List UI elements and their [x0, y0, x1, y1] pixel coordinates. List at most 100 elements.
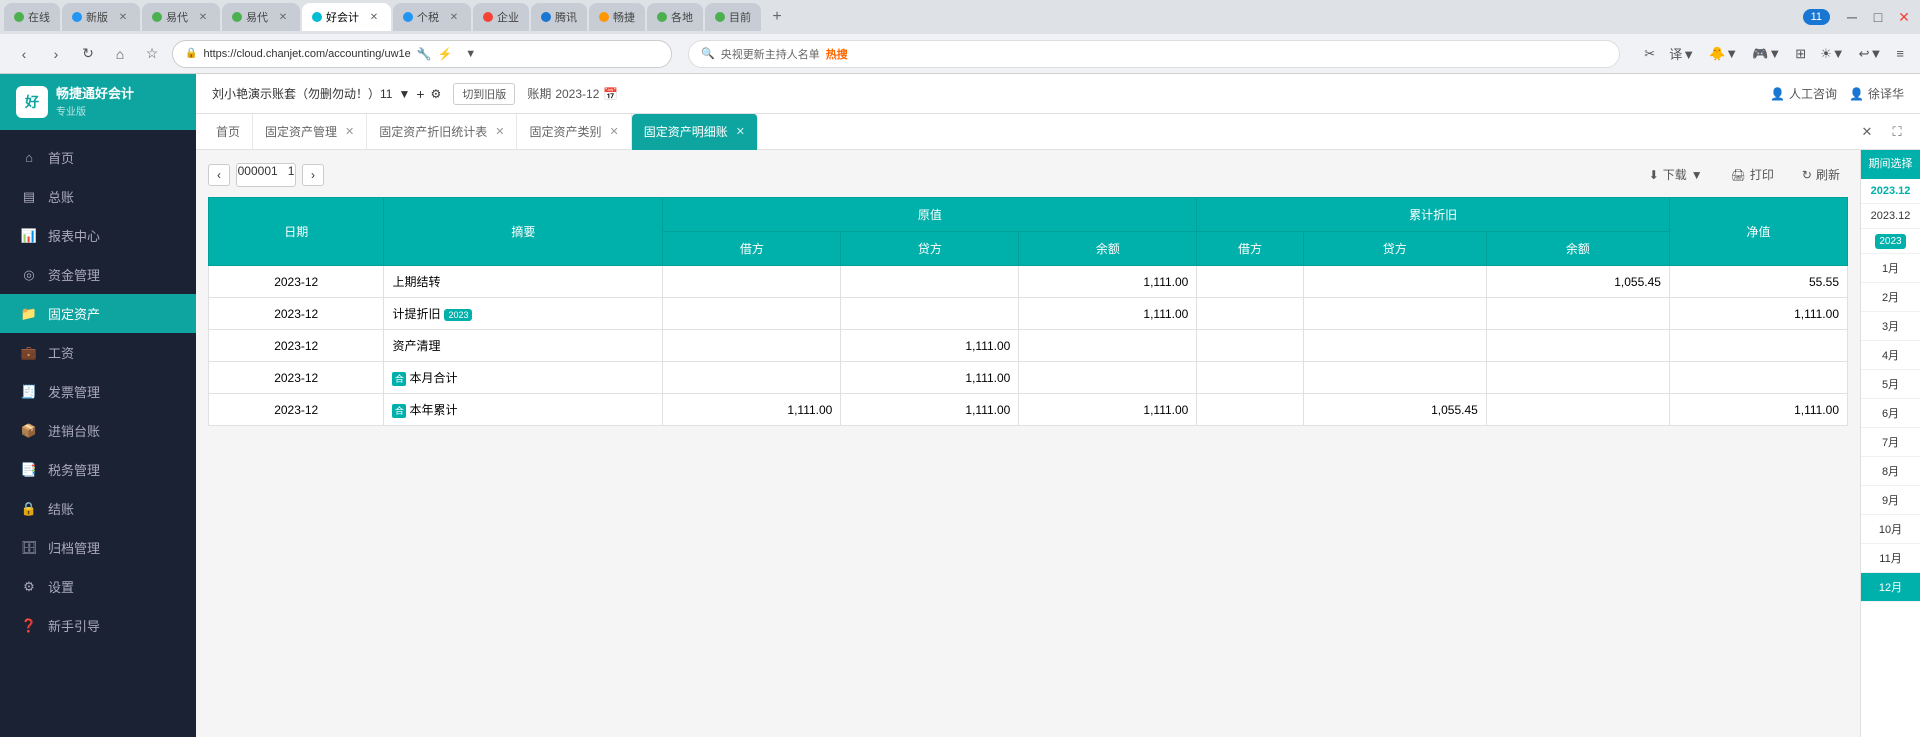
tab-asset-category[interactable]: 固定资产类别 ✕: [517, 114, 631, 150]
brightness-btn[interactable]: ☀▼: [1816, 44, 1849, 64]
page-number-input[interactable]: 000001 1: [236, 163, 296, 187]
new-tab-button[interactable]: +: [763, 3, 791, 31]
sidebar-item-home[interactable]: ⌂ 首页: [0, 138, 196, 177]
browser-actions: ✂ 译▼ 🐥▼ 🎮▼ ⊞ ☀▼ ↩▼ ≡: [1640, 42, 1908, 65]
close-tab-2[interactable]: ✕: [116, 10, 130, 24]
tab-asset-ledger[interactable]: 固定资产明细账 ✕: [632, 114, 758, 150]
menu-btn[interactable]: ≡: [1892, 44, 1908, 63]
right-panel-item[interactable]: 7月: [1861, 428, 1920, 457]
right-panel-item[interactable]: 10月: [1861, 515, 1920, 544]
scissors-btn[interactable]: ✂: [1640, 44, 1659, 64]
close-tab-depreciation-stats[interactable]: ✕: [495, 125, 504, 138]
minimize-btn[interactable]: ─: [1840, 5, 1864, 29]
cell-orig-debit: [663, 298, 841, 330]
right-panel-item[interactable]: 2023: [1861, 229, 1920, 254]
close-tab-5[interactable]: ✕: [367, 10, 381, 24]
bookmark-btn[interactable]: ☆: [140, 42, 164, 66]
sidebar-item-settings[interactable]: ⚙ 设置: [0, 567, 196, 606]
close-browser-btn[interactable]: ✕: [1892, 5, 1916, 29]
browser-tab-7[interactable]: 企业: [473, 3, 529, 31]
sidebar-item-fund[interactable]: ◎ 资金管理: [0, 255, 196, 294]
close-tab-asset-category[interactable]: ✕: [610, 125, 619, 138]
right-panel-item[interactable]: 2023.12: [1861, 179, 1920, 204]
sidebar-label-home: 首页: [48, 148, 74, 167]
browser-tab-9[interactable]: 畅捷: [589, 3, 645, 31]
sidebar-item-guide[interactable]: ❓ 新手引导: [0, 606, 196, 645]
browser-tab-8[interactable]: 腾讯: [531, 3, 587, 31]
grid-btn[interactable]: ⊞: [1791, 44, 1810, 64]
tab-depreciation-stats[interactable]: 固定资产折旧统计表 ✕: [367, 114, 517, 150]
right-panel-item[interactable]: 2023.12: [1861, 204, 1920, 229]
right-panel-item[interactable]: 8月: [1861, 457, 1920, 486]
close-tab-fixed-assets[interactable]: ✕: [345, 125, 354, 138]
user-btn[interactable]: 👤 徐译华: [1849, 85, 1904, 102]
address-input[interactable]: 🔒 https://cloud.chanjet.com/accounting/u…: [172, 40, 672, 68]
user-name: 徐译华: [1868, 85, 1904, 102]
right-panel-item[interactable]: 5月: [1861, 370, 1920, 399]
support-btn[interactable]: 👤 人工咨询: [1770, 85, 1837, 102]
company-name: 刘小艳演示账套（勿删勿动！）11: [212, 85, 392, 102]
table-row: 2023-12 合本月合计 1,111.00: [209, 362, 1848, 394]
tab-fixed-assets[interactable]: 固定资产管理 ✕: [253, 114, 367, 150]
browser-tab-1[interactable]: 在线: [4, 3, 60, 31]
refresh-btn[interactable]: ↻ 刷新: [1794, 162, 1848, 187]
sidebar-item-payroll[interactable]: 💼 工资: [0, 333, 196, 372]
reload-btn[interactable]: ↻: [76, 42, 100, 66]
wallet-btn[interactable]: 🐥▼: [1705, 44, 1742, 64]
switch-version-btn[interactable]: 切到旧版: [453, 83, 515, 105]
prev-page-btn[interactable]: ‹: [208, 164, 230, 186]
home-btn[interactable]: ⌂: [108, 42, 132, 66]
right-panel-items: 2023.122023.1220231月2月3月4月5月6月7月8月9月10月1…: [1861, 179, 1920, 602]
content-close-btn[interactable]: ✕: [1852, 117, 1882, 147]
search-bar[interactable]: 🔍 央视更新主持人名单 热搜: [688, 40, 1620, 68]
sidebar-label-closing: 结账: [48, 499, 74, 518]
browser-tab-4[interactable]: 易代 ✕: [222, 3, 300, 31]
address-dropdown[interactable]: ▼: [459, 42, 483, 66]
back-btn[interactable]: ‹: [12, 42, 36, 66]
account-settings-btn[interactable]: ⚙: [431, 87, 442, 101]
cell-net-value: [1669, 362, 1847, 394]
sidebar-item-reports[interactable]: 📊 报表中心: [0, 216, 196, 255]
th-orig-credit: 贷方: [841, 232, 1019, 266]
right-panel-item[interactable]: 2月: [1861, 283, 1920, 312]
game-btn[interactable]: 🎮▼: [1748, 44, 1785, 64]
close-tab-asset-ledger[interactable]: ✕: [736, 125, 745, 138]
content-expand-btn[interactable]: ⛶: [1882, 117, 1912, 147]
browser-tab-5[interactable]: 好会计 ✕: [302, 3, 391, 31]
close-tab-6[interactable]: ✕: [447, 10, 461, 24]
close-tab-3[interactable]: ✕: [196, 10, 210, 24]
maximize-btn[interactable]: □: [1866, 5, 1890, 29]
right-panel-item[interactable]: 3月: [1861, 312, 1920, 341]
add-account-btn[interactable]: +: [416, 86, 424, 102]
company-dropdown-icon[interactable]: ▼: [398, 87, 410, 101]
sidebar-item-general-ledger[interactable]: ▤ 总账: [0, 177, 196, 216]
sidebar-item-fixed-assets[interactable]: 📁 固定资产: [0, 294, 196, 333]
table-row: 2023-12 计提折旧2023 1,111.00 1,111.00: [209, 298, 1848, 330]
browser-tab-6[interactable]: 个税 ✕: [393, 3, 471, 31]
calendar-icon[interactable]: 📅: [603, 87, 618, 101]
sidebar-item-tax[interactable]: 📑 税务管理: [0, 450, 196, 489]
right-panel-item[interactable]: 9月: [1861, 486, 1920, 515]
print-btn[interactable]: 🖨 打印: [1723, 162, 1782, 187]
translate-btn[interactable]: 译▼: [1665, 42, 1699, 65]
browser-tab-11[interactable]: 目前: [705, 3, 761, 31]
next-page-btn[interactable]: ›: [302, 164, 324, 186]
table-row: 2023-12 资产清理 1,111.00: [209, 330, 1848, 362]
undo-btn[interactable]: ↩▼: [1855, 44, 1887, 64]
download-btn[interactable]: ⬇ 下载 ▼: [1641, 162, 1711, 187]
tab-home[interactable]: 首页: [204, 114, 253, 150]
right-panel-item[interactable]: 4月: [1861, 341, 1920, 370]
browser-tab-3[interactable]: 易代 ✕: [142, 3, 220, 31]
sidebar-item-invoice[interactable]: 🧾 发票管理: [0, 372, 196, 411]
sidebar-item-closing[interactable]: 🔒 结账: [0, 489, 196, 528]
right-panel-item[interactable]: 6月: [1861, 399, 1920, 428]
right-panel-item[interactable]: 12月: [1861, 573, 1920, 602]
close-tab-4[interactable]: ✕: [276, 10, 290, 24]
browser-tab-2[interactable]: 新版 ✕: [62, 3, 140, 31]
browser-tab-10[interactable]: 各地: [647, 3, 703, 31]
forward-btn[interactable]: ›: [44, 42, 68, 66]
sidebar-item-archive[interactable]: 🗄 归档管理: [0, 528, 196, 567]
right-panel-item[interactable]: 1月: [1861, 254, 1920, 283]
right-panel-item[interactable]: 11月: [1861, 544, 1920, 573]
sidebar-item-purchase-sales[interactable]: 📦 进销台账: [0, 411, 196, 450]
